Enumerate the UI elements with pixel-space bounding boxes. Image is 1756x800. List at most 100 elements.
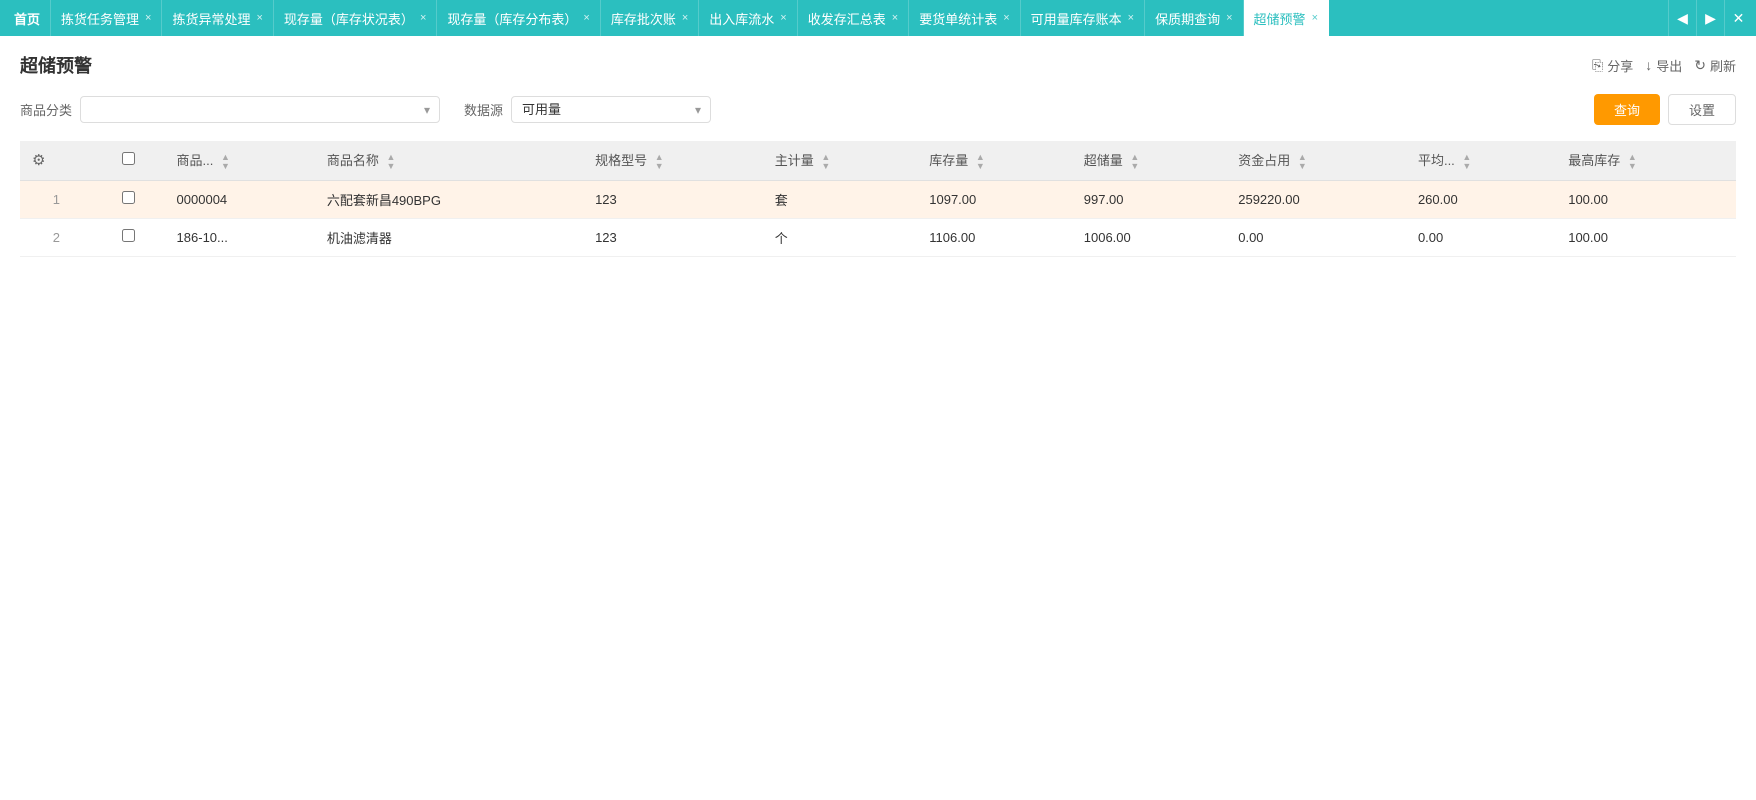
close-icon[interactable]: × bbox=[256, 12, 262, 24]
select-all-checkbox[interactable] bbox=[122, 152, 135, 165]
datasource-filter: 数据源 可用量 库存量 ▾ bbox=[464, 96, 711, 123]
nav-arrow-close[interactable]: ✕ bbox=[1724, 0, 1752, 36]
close-icon[interactable]: × bbox=[1128, 12, 1134, 24]
row-checkbox-cell bbox=[93, 180, 165, 218]
share-button[interactable]: ⎘ 分享 bbox=[1592, 56, 1633, 75]
col-product-name[interactable]: 商品名称 ▲▼ bbox=[315, 141, 583, 180]
nav-available-stock[interactable]: 可用量库存账本 × bbox=[1021, 0, 1145, 36]
datasource-select[interactable]: 可用量 库存量 bbox=[511, 96, 711, 123]
close-icon[interactable]: × bbox=[420, 12, 426, 24]
row-product-name: 六配套新昌490BPG bbox=[315, 180, 583, 218]
row-max-stock: 100.00 bbox=[1556, 180, 1736, 218]
close-icon[interactable]: × bbox=[583, 12, 589, 24]
data-table: ⚙ 商品... ▲▼ 商品名称 ▲▼ 规格型号 ▲▼ bbox=[20, 141, 1736, 257]
gear-icon[interactable]: ⚙ bbox=[32, 152, 45, 169]
sort-icon: ▲▼ bbox=[221, 153, 230, 171]
row-capital-usage: 0.00 bbox=[1226, 218, 1406, 256]
table-row: 1 0000004 六配套新昌490BPG 123 套 1097.00 997.… bbox=[20, 180, 1736, 218]
close-icon[interactable]: × bbox=[780, 12, 786, 24]
nav-arrow-left[interactable]: ◀ bbox=[1668, 0, 1696, 36]
row-product-code: 0000004 bbox=[165, 180, 315, 218]
sort-icon: ▲▼ bbox=[976, 153, 985, 171]
page-content: 超储预警 ⎘ 分享 ↓ 导出 ↻ 刷新 商品分类 ▾ bbox=[0, 36, 1756, 800]
nav-arrow-right[interactable]: ▶ bbox=[1696, 0, 1724, 36]
table-wrap: ⚙ 商品... ▲▼ 商品名称 ▲▼ 规格型号 ▲▼ bbox=[20, 141, 1736, 257]
nav-inout-flow[interactable]: 出入库流水 × bbox=[699, 0, 797, 36]
table-header-row: ⚙ 商品... ▲▼ 商品名称 ▲▼ 规格型号 ▲▼ bbox=[20, 141, 1736, 180]
sort-icon: ▲▼ bbox=[1130, 153, 1139, 171]
col-product-code[interactable]: 商品... ▲▼ bbox=[165, 141, 315, 180]
sort-icon: ▲▼ bbox=[655, 153, 664, 171]
page-title: 超储预警 bbox=[20, 52, 92, 78]
filter-buttons: 查询 设置 bbox=[1594, 94, 1736, 125]
nav-packing-task[interactable]: 拣货任务管理 × bbox=[51, 0, 162, 36]
close-icon[interactable]: × bbox=[145, 12, 151, 24]
sort-icon: ▲▼ bbox=[386, 153, 395, 171]
nav-arrows: ◀ ▶ ✕ bbox=[1668, 0, 1752, 36]
row-checkbox-cell bbox=[93, 218, 165, 256]
col-capital-usage[interactable]: 资金占用 ▲▼ bbox=[1226, 141, 1406, 180]
row-max-stock: 100.00 bbox=[1556, 218, 1736, 256]
nav-packing-exception[interactable]: 拣货异常处理 × bbox=[162, 0, 273, 36]
col-spec[interactable]: 规格型号 ▲▼ bbox=[583, 141, 763, 180]
category-filter: 商品分类 ▾ bbox=[20, 96, 440, 123]
page-header: 超储预警 ⎘ 分享 ↓ 导出 ↻ 刷新 bbox=[20, 52, 1736, 78]
export-button[interactable]: ↓ 导出 bbox=[1645, 56, 1682, 75]
category-select-wrap: ▾ bbox=[80, 96, 440, 123]
sort-icon: ▲▼ bbox=[1462, 153, 1471, 171]
export-icon: ↓ bbox=[1645, 57, 1652, 73]
col-overstock-qty[interactable]: 超储量 ▲▼ bbox=[1072, 141, 1226, 180]
sort-icon: ▲▼ bbox=[1298, 153, 1307, 171]
col-settings: ⚙ bbox=[20, 141, 93, 180]
nav-inventory-dist[interactable]: 现存量（库存分布表） × bbox=[437, 0, 600, 36]
col-stock-qty[interactable]: 库存量 ▲▼ bbox=[917, 141, 1071, 180]
row-product-code: 186-10... bbox=[165, 218, 315, 256]
row-spec: 123 bbox=[583, 218, 763, 256]
category-select[interactable] bbox=[80, 96, 440, 123]
col-checkbox bbox=[93, 141, 165, 180]
row-unit: 套 bbox=[763, 180, 917, 218]
row-stock-qty: 1097.00 bbox=[917, 180, 1071, 218]
nav-home[interactable]: 首页 bbox=[4, 0, 51, 36]
close-icon[interactable]: × bbox=[1003, 12, 1009, 24]
row-checkbox[interactable] bbox=[122, 191, 135, 204]
close-icon[interactable]: × bbox=[892, 12, 898, 24]
nav-inventory-status[interactable]: 现存量（库存状况表） × bbox=[274, 0, 437, 36]
refresh-button[interactable]: ↻ 刷新 bbox=[1694, 56, 1736, 75]
row-spec: 123 bbox=[583, 180, 763, 218]
nav-collect-summary[interactable]: 收发存汇总表 × bbox=[798, 0, 909, 36]
category-label: 商品分类 bbox=[20, 100, 72, 119]
col-max-stock[interactable]: 最高库存 ▲▼ bbox=[1556, 141, 1736, 180]
datasource-label: 数据源 bbox=[464, 100, 503, 119]
row-stock-qty: 1106.00 bbox=[917, 218, 1071, 256]
nav-inventory-batch[interactable]: 库存批次账 × bbox=[601, 0, 699, 36]
share-icon: ⎘ bbox=[1592, 57, 1603, 74]
close-icon[interactable]: × bbox=[1226, 12, 1232, 24]
row-capital-usage: 259220.00 bbox=[1226, 180, 1406, 218]
row-overstock-qty: 1006.00 bbox=[1072, 218, 1226, 256]
row-overstock-qty: 997.00 bbox=[1072, 180, 1226, 218]
nav-quality-check[interactable]: 保质期查询 × bbox=[1145, 0, 1243, 36]
settings-button[interactable]: 设置 bbox=[1668, 94, 1736, 125]
row-avg: 0.00 bbox=[1406, 218, 1556, 256]
row-checkbox[interactable] bbox=[122, 229, 135, 242]
datasource-select-wrap: 可用量 库存量 ▾ bbox=[511, 96, 711, 123]
filter-row: 商品分类 ▾ 数据源 可用量 库存量 ▾ 查询 设置 bbox=[20, 94, 1736, 125]
top-nav: 首页 拣货任务管理 × 拣货异常处理 × 现存量（库存状况表） × 现存量（库存… bbox=[0, 0, 1756, 36]
row-unit: 个 bbox=[763, 218, 917, 256]
row-avg: 260.00 bbox=[1406, 180, 1556, 218]
col-avg[interactable]: 平均... ▲▼ bbox=[1406, 141, 1556, 180]
close-icon[interactable]: × bbox=[1312, 12, 1318, 24]
row-product-name: 机油滤清器 bbox=[315, 218, 583, 256]
nav-overstock-alert[interactable]: 超储预警 × bbox=[1244, 0, 1329, 36]
col-unit[interactable]: 主计量 ▲▼ bbox=[763, 141, 917, 180]
row-number: 2 bbox=[20, 218, 93, 256]
nav-order-stats[interactable]: 要货单统计表 × bbox=[909, 0, 1020, 36]
refresh-icon: ↻ bbox=[1694, 57, 1706, 74]
query-button[interactable]: 查询 bbox=[1594, 94, 1660, 125]
sort-icon: ▲▼ bbox=[1628, 153, 1637, 171]
table-row: 2 186-10... 机油滤清器 123 个 1106.00 1006.00 … bbox=[20, 218, 1736, 256]
page-actions: ⎘ 分享 ↓ 导出 ↻ 刷新 bbox=[1592, 56, 1736, 75]
sort-icon: ▲▼ bbox=[821, 153, 830, 171]
close-icon[interactable]: × bbox=[682, 12, 688, 24]
